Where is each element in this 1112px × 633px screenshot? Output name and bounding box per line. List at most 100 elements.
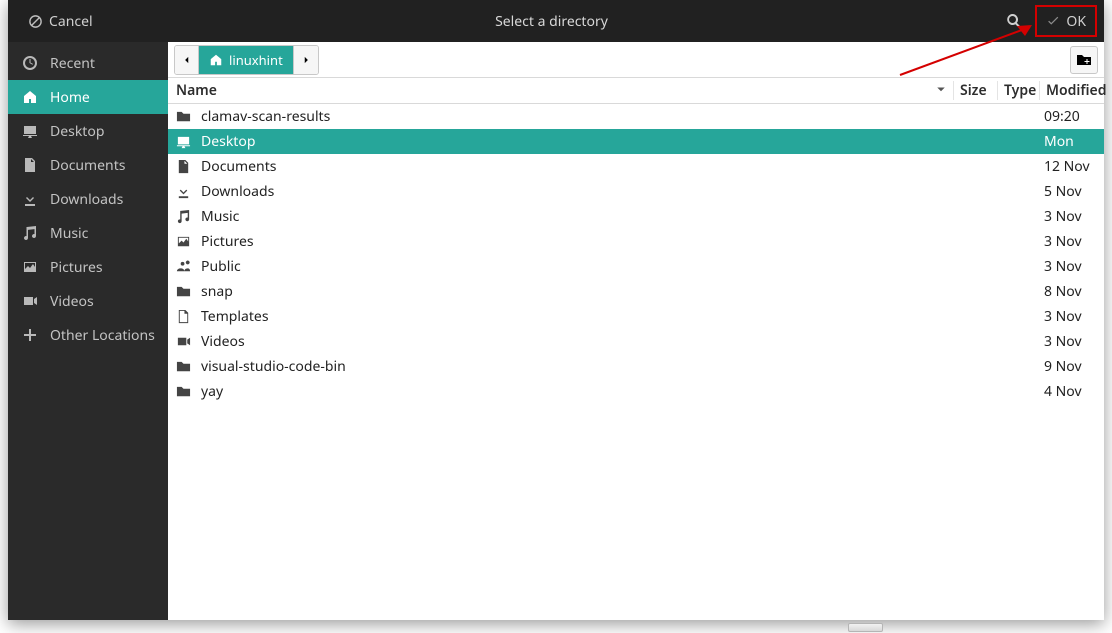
file-modified: 5 Nov: [1040, 182, 1104, 201]
chevron-left-icon: [182, 55, 192, 65]
titlebar: Cancel Select a directory OK: [8, 0, 1104, 42]
chevron-right-icon: [301, 55, 311, 65]
ok-label: OK: [1066, 12, 1086, 31]
desktop-icon: [22, 123, 38, 139]
file-modified: 3 Nov: [1040, 207, 1104, 226]
video-icon: [22, 293, 38, 309]
sidebar-item-recent[interactable]: Recent: [8, 46, 168, 80]
pathbar: linuxhint: [168, 42, 1104, 78]
file-row[interactable]: yay 4 Nov: [168, 379, 1104, 404]
folder-icon: [176, 384, 191, 399]
sidebar-item-label: Documents: [50, 156, 125, 175]
main-panel: linuxhint Name Size Type Modified clamav…: [168, 42, 1104, 620]
file-row[interactable]: clamav-scan-results09:20: [168, 104, 1104, 129]
path-back-button[interactable]: [175, 46, 199, 74]
column-header-size[interactable]: Size: [954, 81, 998, 100]
file-modified: Mon: [1040, 132, 1104, 151]
file-row[interactable]: visual-studio-code-bin 9 Nov: [168, 354, 1104, 379]
file-name: Downloads: [201, 182, 274, 201]
new-folder-icon: [1076, 52, 1092, 68]
desktop-icon: [176, 134, 191, 149]
path-forward-button[interactable]: [294, 46, 318, 74]
file-name: Desktop: [201, 132, 255, 151]
file-modified: 12 Nov: [1040, 157, 1104, 176]
folder-icon: [176, 109, 191, 124]
file-name: Documents: [201, 157, 276, 176]
file-modified: 8 Nov: [1040, 282, 1104, 301]
file-name: Public: [201, 257, 241, 276]
home-icon: [209, 53, 223, 67]
file-name: yay: [201, 382, 223, 401]
file-row[interactable]: Public 3 Nov: [168, 254, 1104, 279]
file-modified: 3 Nov: [1040, 332, 1104, 351]
sidebar-item-label: Downloads: [50, 190, 123, 209]
file-row[interactable]: Desktop Mon: [168, 129, 1104, 154]
folder-icon: [176, 359, 191, 374]
file-row[interactable]: Documents 12 Nov: [168, 154, 1104, 179]
file-chooser-dialog: Cancel Select a directory OK Recent Home D…: [8, 0, 1104, 620]
file-modified: 3 Nov: [1040, 257, 1104, 276]
doc-icon: [22, 157, 38, 173]
sidebar-item-music[interactable]: Music: [8, 216, 168, 250]
image-icon: [22, 259, 38, 275]
home-icon: [22, 89, 38, 105]
new-folder-button[interactable]: [1070, 46, 1098, 74]
cancel-button[interactable]: Cancel: [18, 8, 103, 35]
column-header-name[interactable]: Name: [168, 81, 954, 100]
file-name: Templates: [201, 307, 269, 326]
image-icon: [176, 234, 191, 249]
people-icon: [176, 259, 191, 274]
music-icon: [22, 225, 38, 241]
file-row[interactable]: snap 8 Nov: [168, 279, 1104, 304]
file-row[interactable]: Videos 3 Nov: [168, 329, 1104, 354]
doc-icon: [176, 159, 191, 174]
sidebar-item-home[interactable]: Home: [8, 80, 168, 114]
check-icon: [1046, 14, 1060, 28]
download-icon: [176, 184, 191, 199]
column-headers: Name Size Type Modified: [168, 78, 1104, 104]
file-modified: 4 Nov: [1040, 382, 1104, 401]
folder-icon: [176, 284, 191, 299]
sidebar-item-downloads[interactable]: Downloads: [8, 182, 168, 216]
places-sidebar: Recent Home Desktop Documents Downloads Music…: [8, 42, 168, 620]
sidebar-item-pictures[interactable]: Pictures: [8, 250, 168, 284]
sidebar-item-label: Desktop: [50, 122, 104, 141]
sidebar-item-label: Other Locations: [50, 326, 155, 345]
search-icon: [1006, 13, 1022, 29]
column-header-type[interactable]: Type: [998, 81, 1040, 100]
sidebar-item-label: Videos: [50, 292, 94, 311]
file-row[interactable]: Downloads 5 Nov: [168, 179, 1104, 204]
dialog-title: Select a directory: [103, 12, 1001, 31]
file-modified: 3 Nov: [1040, 307, 1104, 326]
sidebar-item-desktop[interactable]: Desktop: [8, 114, 168, 148]
file-row[interactable]: Pictures3 Nov: [168, 229, 1104, 254]
file-row[interactable]: Music 3 Nov: [168, 204, 1104, 229]
sidebar-item-videos[interactable]: Videos: [8, 284, 168, 318]
sidebar-item-other-locations[interactable]: Other Locations: [8, 318, 168, 352]
sort-indicator-icon: [935, 81, 947, 100]
sidebar-item-label: Music: [50, 224, 88, 243]
sidebar-item-label: Home: [50, 88, 90, 107]
file-name: visual-studio-code-bin: [201, 357, 346, 376]
video-icon: [176, 334, 191, 349]
file-list[interactable]: clamav-scan-results09:20 Desktop Mon Docume…: [168, 104, 1104, 620]
clock-icon: [22, 55, 38, 71]
scrollbar-thumb[interactable]: [848, 623, 883, 632]
breadcrumb-home[interactable]: linuxhint: [199, 46, 294, 74]
file-modified: 3 Nov: [1040, 232, 1104, 251]
ok-button[interactable]: OK: [1036, 8, 1096, 35]
sidebar-item-label: Recent: [50, 54, 95, 73]
search-button[interactable]: [1000, 7, 1028, 35]
file-name: snap: [201, 282, 233, 301]
file-modified: 09:20: [1040, 107, 1104, 126]
file-modified: 9 Nov: [1040, 357, 1104, 376]
sidebar-item-label: Pictures: [50, 258, 103, 277]
music-icon: [176, 209, 191, 224]
column-header-modified[interactable]: Modified: [1040, 81, 1104, 100]
breadcrumb-label: linuxhint: [229, 51, 283, 69]
sidebar-item-documents[interactable]: Documents: [8, 148, 168, 182]
file-name: Videos: [201, 332, 245, 351]
file-row[interactable]: Templates 3 Nov: [168, 304, 1104, 329]
file-name: Music: [201, 207, 239, 226]
cancel-icon: [28, 14, 43, 29]
